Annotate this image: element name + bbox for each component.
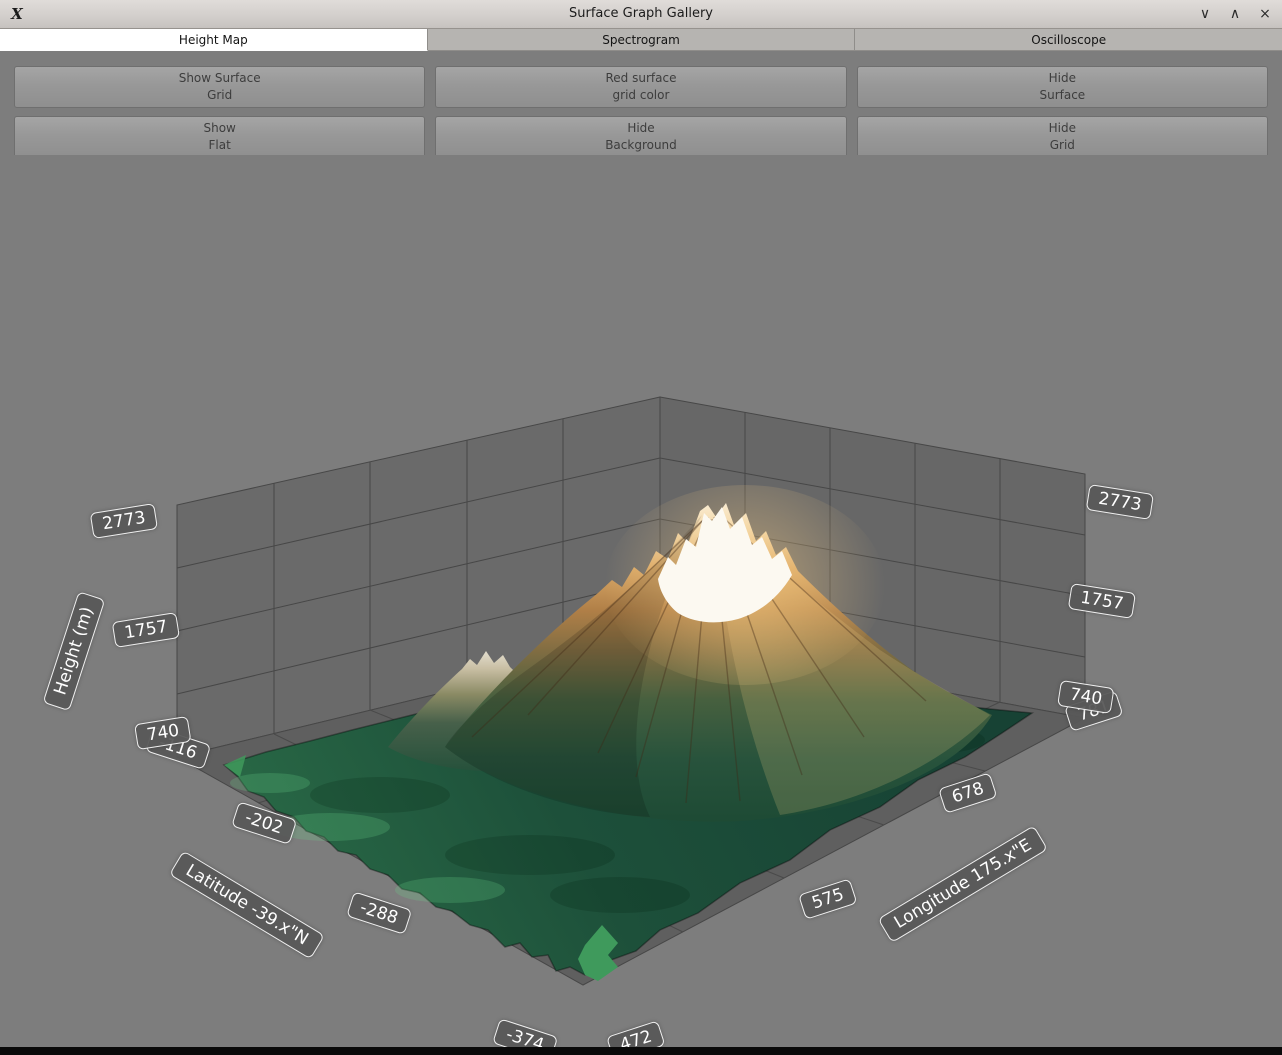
tab-oscilloscope[interactable]: Oscilloscope <box>855 29 1282 51</box>
show-surface-grid-button[interactable]: Show Surface Grid <box>14 66 425 108</box>
button-label-line: Red surface <box>436 70 845 87</box>
button-label-line: Show Surface <box>15 70 424 87</box>
tab-bar: Height Map Spectrogram Oscilloscope <box>0 29 1282 51</box>
button-label-line: Hide <box>858 120 1267 137</box>
close-button[interactable]: × <box>1254 3 1276 25</box>
button-label-line: Hide <box>858 70 1267 87</box>
hide-surface-button[interactable]: Hide Surface <box>857 66 1268 108</box>
hide-background-button[interactable]: Hide Background <box>435 116 846 158</box>
surface-plot-area[interactable]: 2773 1757 -116 740 Height (m) 2773 1757 … <box>0 155 1282 1047</box>
button-label-line: grid color <box>436 87 845 104</box>
button-label-line: Grid <box>15 87 424 104</box>
titlebar: X Surface Graph Gallery ∨ ∧ × <box>0 0 1282 29</box>
tab-spectrogram[interactable]: Spectrogram <box>428 29 856 51</box>
button-label-line: Flat <box>15 137 424 154</box>
window-controls: ∨ ∧ × <box>1194 0 1276 28</box>
bottom-edge-bar <box>0 1047 1282 1055</box>
hide-grid-button[interactable]: Hide Grid <box>857 116 1268 158</box>
red-surface-grid-color-button[interactable]: Red surface grid color <box>435 66 846 108</box>
shade-button[interactable]: ∨ <box>1194 3 1216 25</box>
button-label-line: Grid <box>858 137 1267 154</box>
tab-height-map[interactable]: Height Map <box>0 29 428 51</box>
button-label-line: Surface <box>858 87 1267 104</box>
show-flat-button[interactable]: Show Flat <box>14 116 425 158</box>
window-title: Surface Graph Gallery <box>0 0 1282 28</box>
button-label-line: Show <box>15 120 424 137</box>
button-label-line: Background <box>436 137 845 154</box>
control-button-panel: Show Surface Grid Red surface grid color… <box>0 51 1282 155</box>
button-label-line: Hide <box>436 120 845 137</box>
maximize-button[interactable]: ∧ <box>1224 3 1246 25</box>
